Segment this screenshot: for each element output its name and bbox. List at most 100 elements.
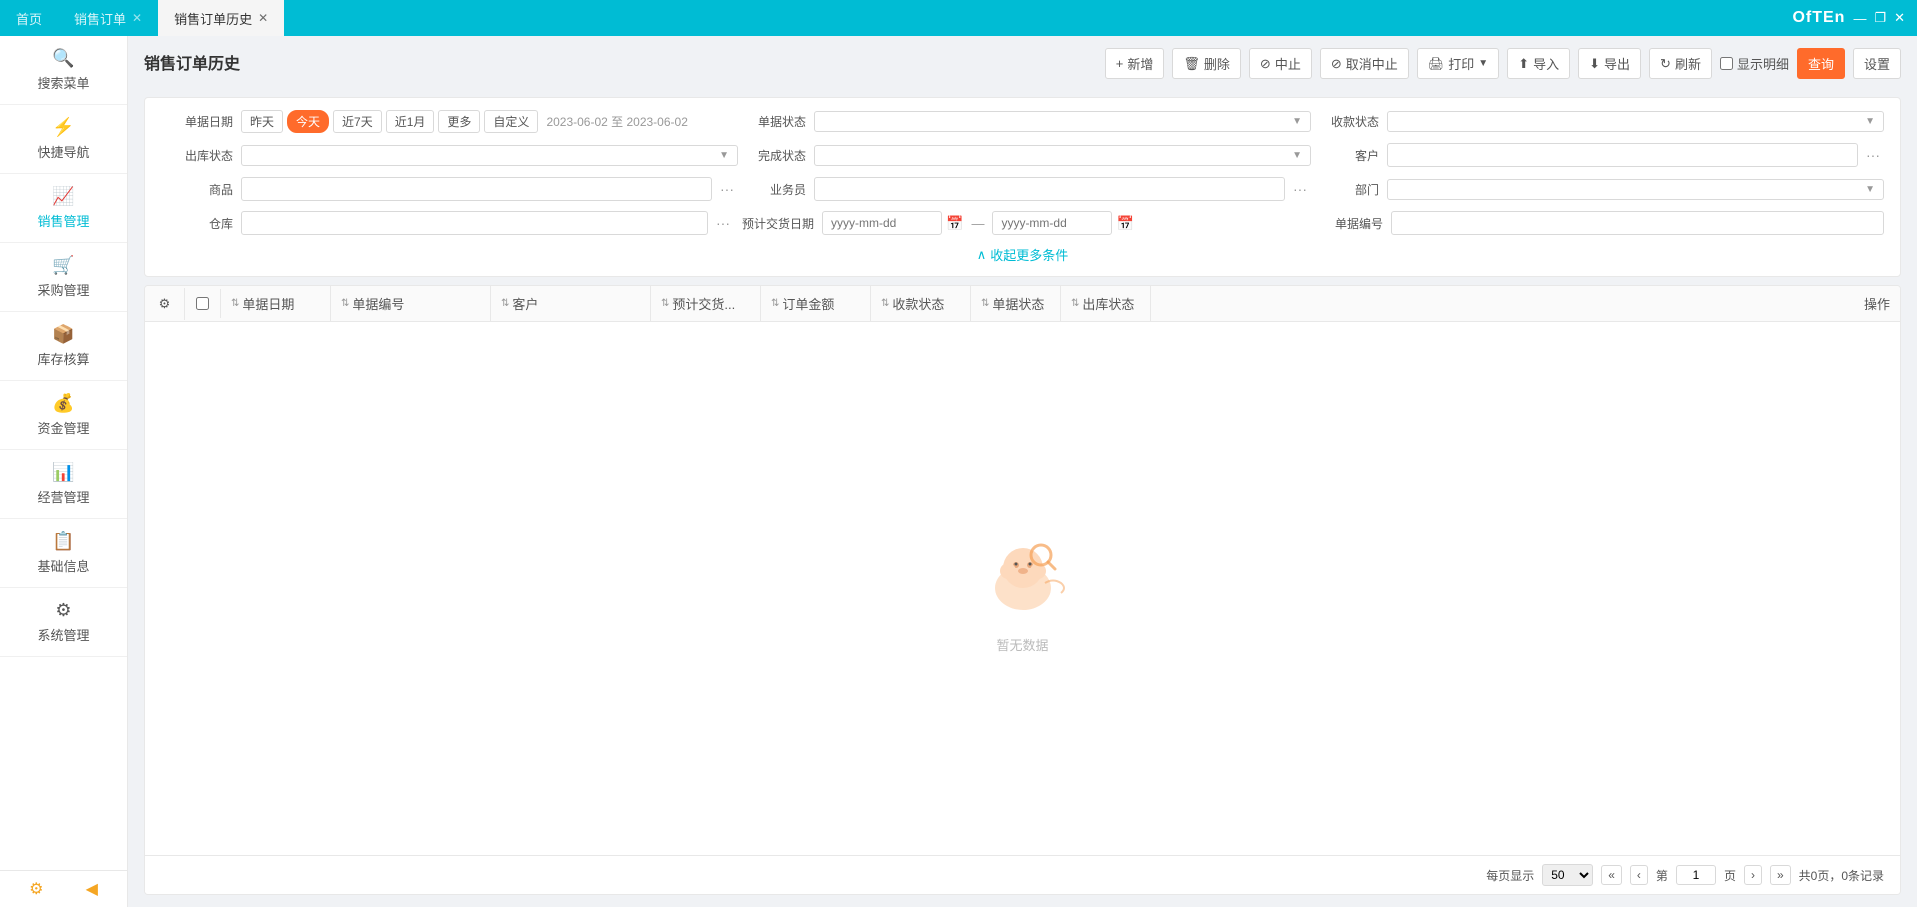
delivery-date-to[interactable] (992, 211, 1112, 235)
receipt-status-control: ▼ (1387, 111, 1884, 132)
cancel-stop-button[interactable]: ⊘ 取消中止 (1320, 48, 1409, 79)
refresh-button[interactable]: ↻ 刷新 (1649, 48, 1712, 79)
sidebar-item-basic-info[interactable]: 📋 基础信息 (0, 519, 127, 588)
col-delivery[interactable]: ⇅ 预计交货... (651, 286, 761, 321)
stop-button[interactable]: ⊘ 中止 (1249, 48, 1312, 79)
sidebar-item-purchase-label: 采购管理 (37, 280, 89, 299)
col-date[interactable]: ⇅ 单据日期 (221, 286, 331, 321)
outbound-status-select[interactable]: ▼ (241, 145, 738, 166)
export-icon: ⬇ (1589, 56, 1600, 72)
sidebar-item-purchase[interactable]: 🛒 采购管理 (0, 243, 127, 312)
sidebar-item-operations[interactable]: 📊 经营管理 (0, 450, 127, 519)
display-detail-checkbox[interactable]: 显示明细 (1720, 54, 1789, 73)
dept-select[interactable]: ▼ (1387, 179, 1884, 200)
display-detail-input[interactable] (1720, 57, 1733, 70)
date-btn-7days[interactable]: 近7天 (333, 110, 382, 133)
print-button[interactable]: 🖨 打印 ▼ (1417, 48, 1499, 79)
add-button[interactable]: + 新增 (1105, 48, 1165, 79)
salesperson-dots-btn[interactable]: ··· (1289, 181, 1311, 197)
date-btn-1month[interactable]: 近1月 (386, 110, 435, 133)
salesperson-input[interactable] (814, 177, 1285, 201)
brand-label: OfTEn (1792, 9, 1845, 27)
page-content: 销售订单历史 + 新增 🗑 删除 ⊘ 中止 ⊘ (128, 36, 1917, 907)
col-status[interactable]: ⇅ 单据状态 (971, 286, 1061, 321)
settings-button[interactable]: 设置 (1853, 48, 1901, 79)
warehouse-dots-btn[interactable]: ··· (712, 215, 734, 231)
main-layout: 🔍 搜索菜单 ⚡ 快捷导航 📈 销售管理 🛒 采购管理 📦 库存核算 💰 资金管… (0, 36, 1917, 907)
col-receipt[interactable]: ⇅ 收款状态 (871, 286, 971, 321)
col-outbound[interactable]: ⇅ 出库状态 (1061, 286, 1151, 321)
customer-dots-btn[interactable]: ··· (1862, 147, 1884, 163)
sidebar-item-sales[interactable]: 📈 销售管理 (0, 174, 127, 243)
export-button[interactable]: ⬇ 导出 (1578, 48, 1641, 79)
delivery-date-from[interactable] (822, 211, 942, 235)
complete-control: ▼ (814, 145, 1311, 166)
sidebar-item-inventory[interactable]: 📦 库存核算 (0, 312, 127, 381)
export-label: 导出 (1604, 54, 1630, 73)
sidebar-item-system[interactable]: ⚙ 系统管理 (0, 588, 127, 657)
calendar-from-icon[interactable]: 📅 (946, 215, 963, 232)
settings-col-icon: ⚙ (159, 296, 171, 312)
col-settings[interactable]: ⚙ (145, 288, 185, 320)
page-number-input[interactable] (1676, 865, 1716, 885)
calendar-to-icon[interactable]: 📅 (1116, 215, 1133, 232)
cancel-stop-icon: ⊘ (1331, 56, 1342, 72)
col-amount[interactable]: ⇅ 订单金额 (761, 286, 871, 321)
prev-page-btn[interactable]: ‹ (1630, 865, 1648, 885)
sort-number-icon: ⇅ (341, 298, 349, 309)
last-page-btn[interactable]: » (1770, 865, 1791, 885)
table-container: ⚙ ⇅ 单据日期 ⇅ 单据编号 ⇅ 客户 (144, 285, 1901, 895)
date-btn-yesterday[interactable]: 昨天 (241, 110, 283, 133)
product-dots-btn[interactable]: ··· (716, 181, 738, 197)
display-detail-label: 显示明细 (1737, 54, 1789, 73)
receipt-status-select[interactable]: ▼ (1387, 111, 1884, 132)
tab-sales-history-close[interactable]: ✕ (258, 11, 268, 25)
customer-input[interactable] (1387, 143, 1858, 167)
pagination-bar: 每页显示 50 10 20 100 « ‹ 第 页 › » 共0页，0条记录 (145, 855, 1900, 894)
complete-status-select[interactable]: ▼ (814, 145, 1311, 166)
outbound-control: ▼ (241, 145, 738, 166)
sidebar-settings-btn[interactable]: ⚙ (29, 879, 43, 899)
import-button[interactable]: ⬆ 导入 (1507, 48, 1570, 79)
sidebar-item-finance[interactable]: 💰 资金管理 (0, 381, 127, 450)
tab-sales-order-close[interactable]: ✕ (132, 11, 142, 25)
sidebar-item-inventory-label: 库存核算 (37, 349, 89, 368)
date-btn-custom[interactable]: 自定义 (484, 110, 538, 133)
warehouse-input[interactable] (241, 211, 708, 235)
product-input[interactable] (241, 177, 712, 201)
sidebar-item-search[interactable]: 🔍 搜索菜单 (0, 36, 127, 105)
col-number[interactable]: ⇅ 单据编号 (331, 286, 491, 321)
date-btn-more[interactable]: 更多 (438, 110, 480, 133)
query-button[interactable]: 查询 (1797, 48, 1845, 79)
page-size-select[interactable]: 50 10 20 100 (1542, 864, 1593, 886)
sidebar-item-quick-nav[interactable]: ⚡ 快捷导航 (0, 105, 127, 174)
dept-label: 部门 (1319, 181, 1379, 198)
tab-sales-order-label: 销售订单 (74, 9, 126, 28)
table-header: ⚙ ⇅ 单据日期 ⇅ 单据编号 ⇅ 客户 (145, 286, 1900, 322)
sort-amount-icon: ⇅ (771, 298, 779, 309)
sort-receipt-icon: ⇅ (881, 298, 889, 309)
basic-info-icon: 📋 (52, 531, 74, 552)
col-customer[interactable]: ⇅ 客户 (491, 286, 651, 321)
select-all-checkbox[interactable] (196, 297, 209, 310)
first-page-btn[interactable]: « (1601, 865, 1622, 885)
date-btn-today[interactable]: 今天 (287, 110, 329, 133)
delete-button[interactable]: 🗑 删除 (1172, 48, 1241, 79)
collapse-row[interactable]: ∧ 收起更多条件 (161, 245, 1884, 264)
order-status-control: ▼ (814, 111, 1311, 132)
minimize-btn[interactable]: — (1853, 11, 1866, 26)
tab-sales-history[interactable]: 销售订单历史 ✕ (158, 0, 284, 36)
tab-sales-order[interactable]: 销售订单 ✕ (58, 0, 158, 36)
tab-home[interactable]: 首页 (0, 0, 58, 36)
refresh-icon: ↻ (1660, 56, 1671, 72)
restore-btn[interactable]: ❐ (1874, 10, 1886, 26)
order-no-input[interactable] (1391, 211, 1884, 235)
sort-status-icon: ⇅ (981, 298, 989, 309)
close-btn[interactable]: ✕ (1894, 10, 1905, 26)
content-area: 销售订单历史 + 新增 🗑 删除 ⊘ 中止 ⊘ (128, 36, 1917, 907)
next-page-btn[interactable]: › (1744, 865, 1762, 885)
outbound-status-label: 出库状态 (161, 147, 233, 164)
sidebar-collapse-btn[interactable]: ◀ (86, 879, 98, 899)
order-status-select[interactable]: ▼ (814, 111, 1311, 132)
col-checkbox[interactable] (185, 289, 221, 318)
